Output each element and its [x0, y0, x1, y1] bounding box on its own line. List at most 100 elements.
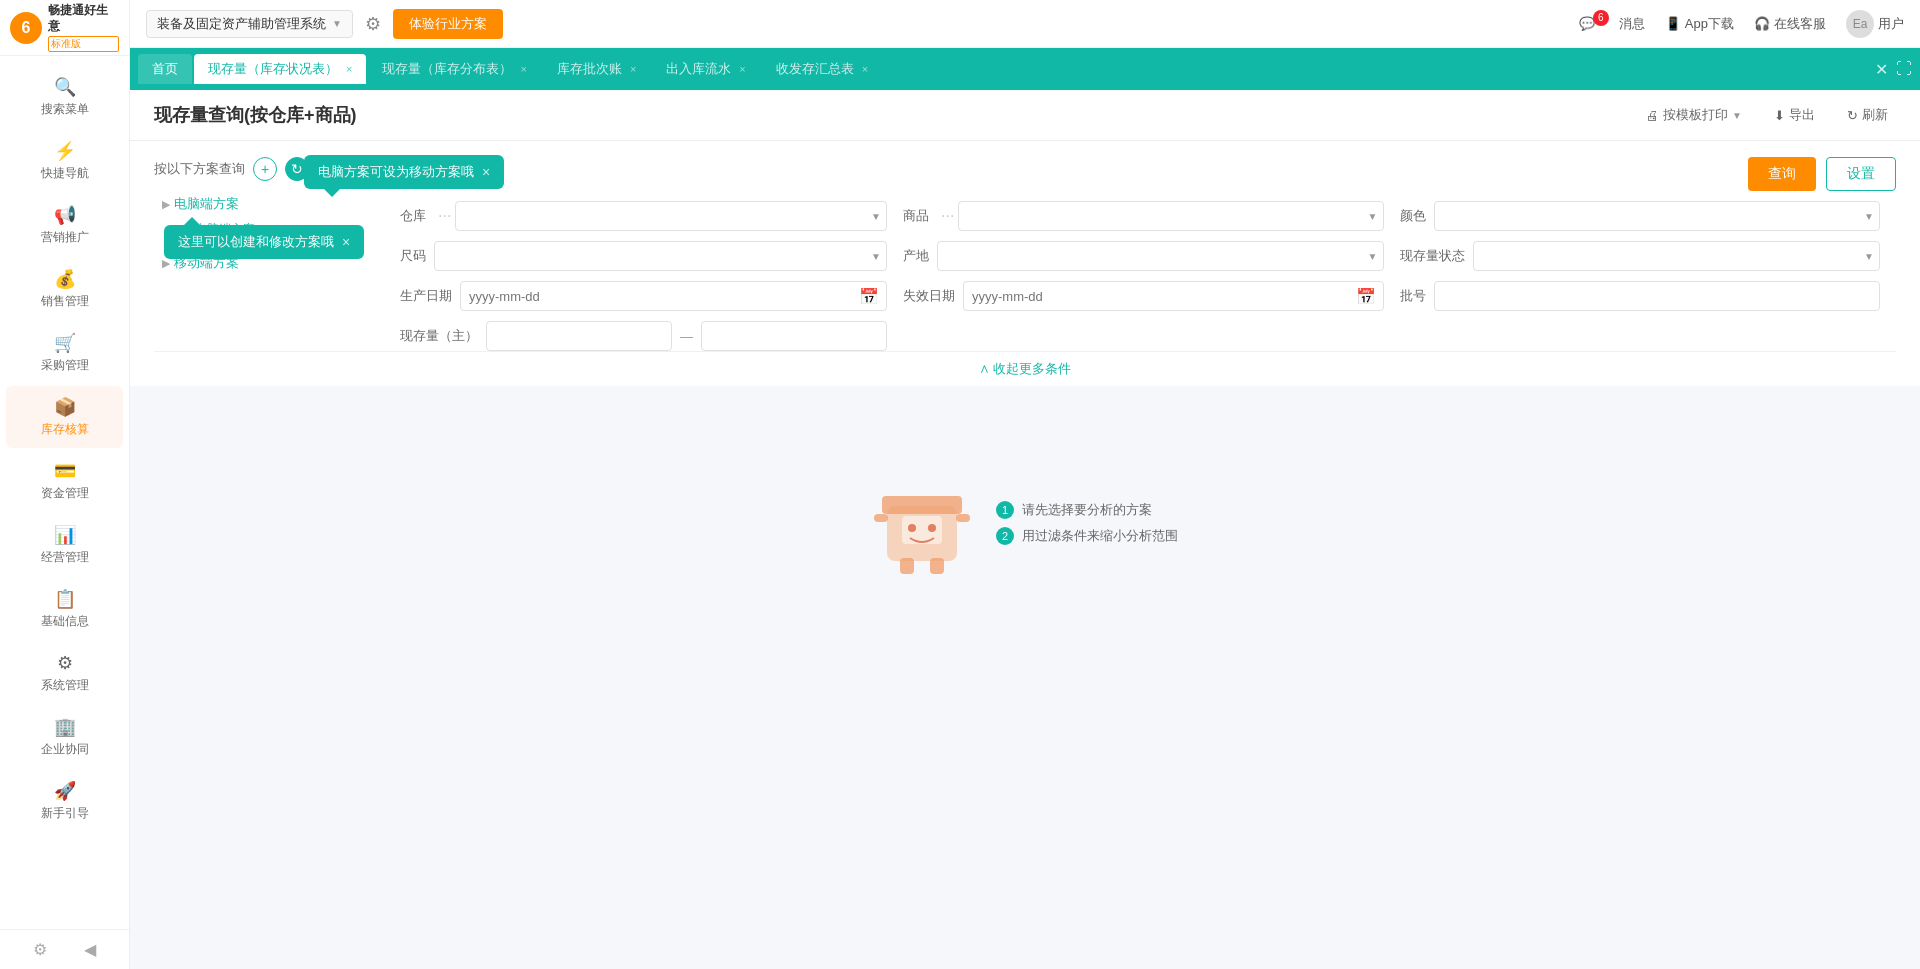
- sidebar-item-quick-nav[interactable]: ⚡ 快捷导航: [6, 130, 123, 192]
- scheme-tree-pc[interactable]: ▶ 电脑端方案: [154, 191, 384, 217]
- sidebar-item-inventory[interactable]: 📦 库存核算: [6, 386, 123, 448]
- warehouse-dots[interactable]: ···: [438, 207, 451, 225]
- experience-button[interactable]: 体验行业方案: [393, 9, 503, 39]
- sidebar-item-label: 库存核算: [41, 421, 89, 438]
- batch-input[interactable]: [1434, 281, 1881, 311]
- sidebar-item-guide[interactable]: 🚀 新手引导: [6, 770, 123, 832]
- empty-steps: 1 请先选择要分析的方案 2 用过滤条件来缩小分析范围: [996, 501, 1178, 545]
- sidebar-item-search-menu[interactable]: 🔍 搜索菜单: [6, 66, 123, 128]
- tab-home[interactable]: 首页: [138, 54, 192, 84]
- tooltip1-close[interactable]: ×: [482, 164, 490, 180]
- online-support-item[interactable]: 🎧 在线客服: [1754, 15, 1826, 33]
- step-1-num: 1: [996, 501, 1014, 519]
- sidebar-item-sales[interactable]: 💰 销售管理: [6, 258, 123, 320]
- sidebar-item-purchase[interactable]: 🛒 采购管理: [6, 322, 123, 384]
- tab-flow[interactable]: 出入库流水 ×: [652, 54, 759, 84]
- collapse-icon: ∧: [979, 361, 990, 376]
- warehouse-select[interactable]: [455, 201, 887, 231]
- reset-button[interactable]: 设置: [1826, 157, 1896, 191]
- sidebar-item-base[interactable]: 📋 基础信息: [6, 578, 123, 640]
- tab-inventory-dist-close[interactable]: ×: [520, 63, 526, 75]
- enterprise-icon: 🏢: [54, 716, 76, 738]
- collapse-label: 收起更多条件: [993, 361, 1071, 376]
- app-download-item[interactable]: 📱 App下载: [1665, 15, 1734, 33]
- size-select[interactable]: [434, 241, 887, 271]
- messages-item[interactable]: 💬 6 消息: [1579, 15, 1645, 33]
- search-button[interactable]: 查询: [1748, 157, 1816, 191]
- sidebar-item-business[interactable]: 📊 经营管理: [6, 514, 123, 576]
- production-date-calendar-icon[interactable]: 📅: [859, 287, 879, 306]
- tooltip2-close[interactable]: ×: [342, 234, 350, 250]
- sidebar-item-label: 企业协同: [41, 741, 89, 758]
- print-icon: 🖨: [1646, 108, 1659, 123]
- tab-batch-account[interactable]: 库存批次账 ×: [543, 54, 650, 84]
- sidebar-item-system[interactable]: ⚙ 系统管理: [6, 642, 123, 704]
- tab-collect-summary-close[interactable]: ×: [862, 63, 868, 75]
- filter-label: 按以下方案查询: [154, 160, 245, 178]
- svg-rect-1: [882, 496, 962, 514]
- avatar: Ea: [1846, 10, 1874, 38]
- sidebar-item-label: 搜索菜单: [41, 101, 89, 118]
- step-2-num: 2: [996, 527, 1014, 545]
- base-icon: 📋: [54, 588, 76, 610]
- refresh-button[interactable]: ↻ 刷新: [1839, 102, 1896, 128]
- user-item[interactable]: Ea 用户: [1846, 10, 1904, 38]
- svg-rect-7: [900, 558, 914, 574]
- filter-left: 按以下方案查询 + ↻ « 电脑方案可设为移动方案哦 ×: [154, 157, 384, 276]
- tabbar-close-all-icon[interactable]: ✕: [1875, 60, 1888, 79]
- sidebar-item-finance[interactable]: 💳 资金管理: [6, 450, 123, 512]
- tab-flow-label: 出入库流水: [666, 60, 731, 78]
- expiry-date-input[interactable]: [963, 281, 1384, 311]
- page-header: 现存量查询(按仓库+商品) 🖨 按模板打印 ▼ ⬇ 导出 ↻ 刷新: [130, 90, 1920, 141]
- color-field: 颜色 ▼: [1400, 201, 1897, 231]
- tab-inventory-dist[interactable]: 现存量（库存分布表） ×: [368, 54, 540, 84]
- stock-main-min[interactable]: [486, 321, 672, 351]
- empty-step-1: 1 请先选择要分析的方案: [996, 501, 1178, 519]
- tab-inventory-status[interactable]: 现存量（库存状况表） ×: [194, 54, 366, 84]
- app-logo: 6 畅捷通好生意 标准版: [0, 0, 129, 56]
- product-dots[interactable]: ···: [941, 207, 954, 225]
- logo-text: 畅捷通好生意: [48, 3, 119, 34]
- sidebar-item-label: 经营管理: [41, 549, 89, 566]
- sidebar-item-label: 采购管理: [41, 357, 89, 374]
- warehouse-field: 仓库 ··· ▼: [400, 201, 903, 231]
- sidebar-item-label: 系统管理: [41, 677, 89, 694]
- business-icon: 📊: [54, 524, 76, 546]
- tab-collect-summary[interactable]: 收发存汇总表 ×: [762, 54, 882, 84]
- stock-status-select[interactable]: [1473, 241, 1881, 271]
- sidebar-item-marketing[interactable]: 📢 营销推广: [6, 194, 123, 256]
- sidebar-settings-icon[interactable]: ⚙: [33, 940, 47, 959]
- sidebar-item-enterprise[interactable]: 🏢 企业协同: [6, 706, 123, 768]
- expiry-date-label: 失效日期: [903, 287, 955, 305]
- refresh-icon: ↻: [1847, 108, 1858, 123]
- print-button[interactable]: 🖨 按模板打印 ▼: [1638, 102, 1750, 128]
- page-content: 现存量查询(按仓库+商品) 🖨 按模板打印 ▼ ⬇ 导出 ↻ 刷新: [130, 90, 1920, 969]
- arrow-icon: ▶: [162, 198, 170, 211]
- svg-point-4: [928, 524, 936, 532]
- tab-flow-close[interactable]: ×: [739, 63, 745, 75]
- stock-main-max[interactable]: [701, 321, 887, 351]
- origin-select[interactable]: [937, 241, 1384, 271]
- topbar: 装备及固定资产辅助管理系统 ▼ ⚙ 体验行业方案 💬 6 消息 📱 App下载 …: [130, 0, 1920, 48]
- empty-state: 1 请先选择要分析的方案 2 用过滤条件来缩小分析范围: [130, 386, 1920, 660]
- export-button[interactable]: ⬇ 导出: [1766, 102, 1823, 128]
- app-download-label: App下载: [1685, 15, 1734, 33]
- color-select[interactable]: [1434, 201, 1881, 231]
- sidebar-collapse-icon[interactable]: ◀: [84, 940, 96, 959]
- tab-inventory-status-close[interactable]: ×: [346, 63, 352, 75]
- topbar-settings-icon[interactable]: ⚙: [365, 13, 381, 35]
- expiry-date-calendar-icon[interactable]: 📅: [1356, 287, 1376, 306]
- guide-icon: 🚀: [54, 780, 76, 802]
- step-2-text: 用过滤条件来缩小分析范围: [1022, 527, 1178, 545]
- svg-rect-5: [874, 514, 888, 522]
- production-date-input[interactable]: [460, 281, 887, 311]
- collapse-bar[interactable]: ∧ 收起更多条件: [154, 351, 1896, 386]
- add-scheme-button[interactable]: +: [253, 157, 277, 181]
- tabbar-fullscreen-icon[interactable]: ⛶: [1896, 60, 1912, 78]
- tab-home-label: 首页: [152, 60, 178, 78]
- filter-right: 查询 设置 仓库 ··· ▼: [384, 157, 1896, 351]
- product-select[interactable]: [958, 201, 1383, 231]
- expiry-date-field: 失效日期 📅: [903, 281, 1400, 311]
- system-selector[interactable]: 装备及固定资产辅助管理系统 ▼: [146, 10, 353, 38]
- tab-batch-account-close[interactable]: ×: [630, 63, 636, 75]
